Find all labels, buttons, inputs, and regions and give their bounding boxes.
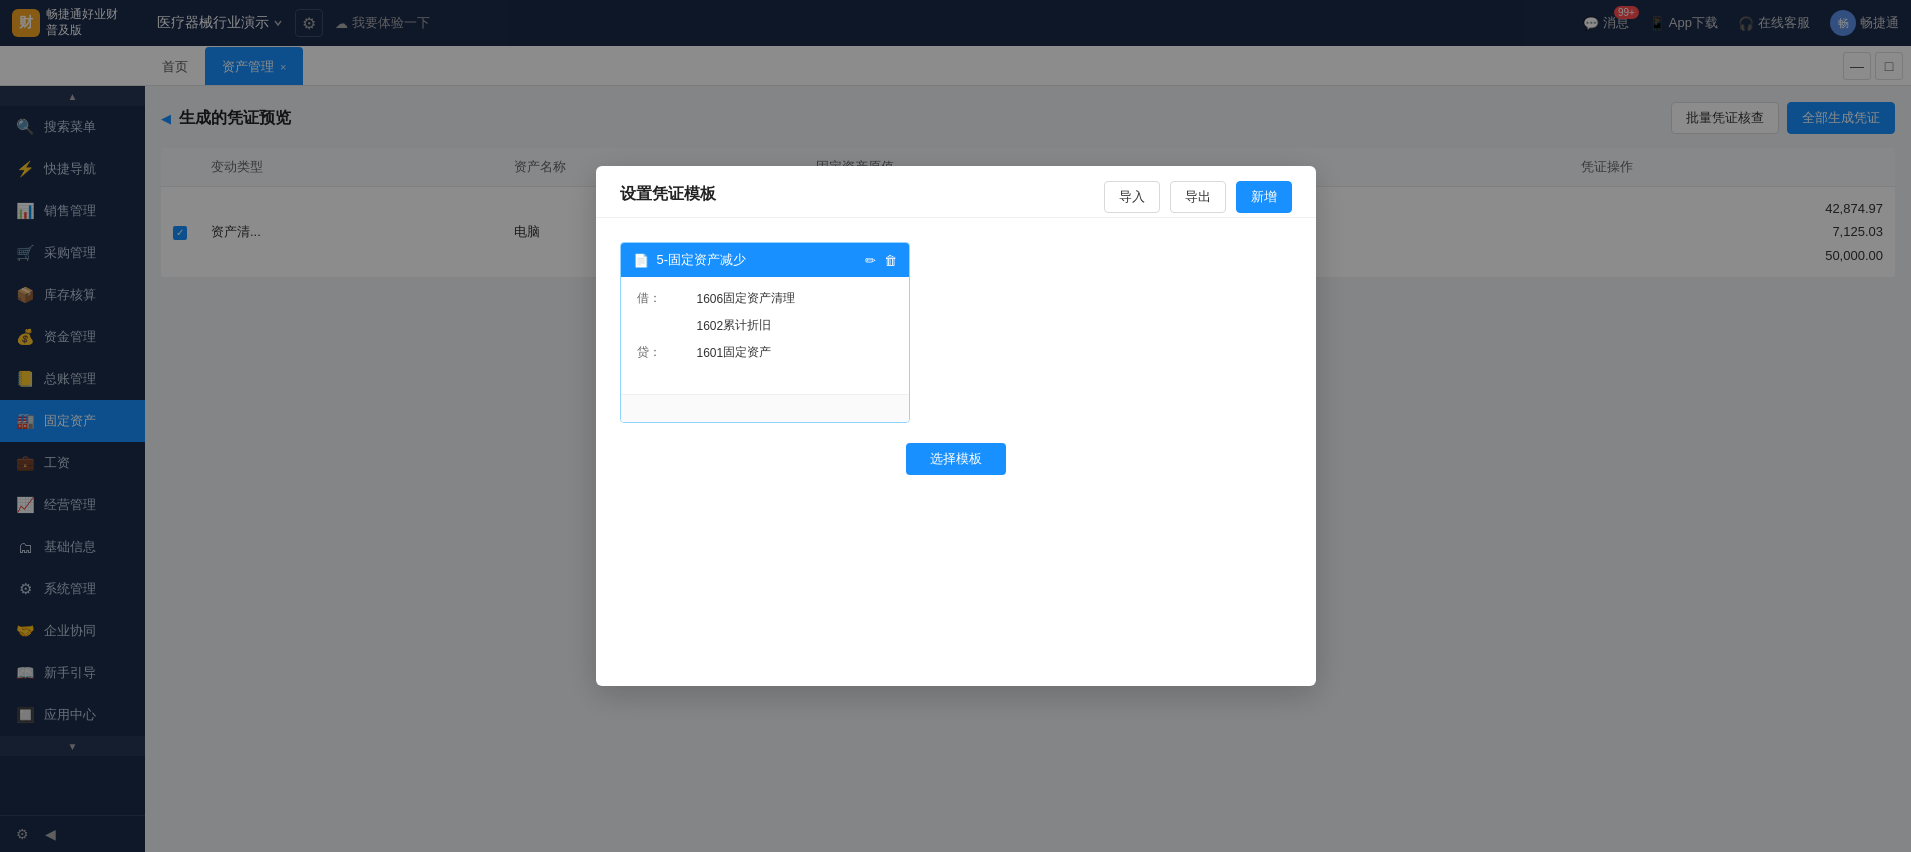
entry-code-0: 1606 bbox=[697, 292, 724, 306]
modal-toolbar: 导入 导出 新增 bbox=[1104, 181, 1292, 213]
template-name: 5-固定资产减少 bbox=[657, 251, 747, 269]
modal-header: 设置凭证模板 × 导入 导出 新增 bbox=[596, 166, 1316, 218]
modal-body: 📄 5-固定资产减少 ✏ 🗑 借： 1606 固定资产清理 bbox=[596, 218, 1316, 686]
entry-direction-2: 贷： bbox=[637, 344, 697, 361]
template-card-body: 借： 1606 固定资产清理 1602 累计折旧 贷： 1601 固定资产 bbox=[621, 277, 909, 394]
template-delete-icon[interactable]: 🗑 bbox=[884, 253, 897, 268]
modal-overlay: 设置凭证模板 × 导入 导出 新增 📄 5-固定资产减少 ✏ 🗑 bbox=[0, 0, 1911, 852]
template-doc-icon: 📄 bbox=[633, 253, 649, 268]
import-button[interactable]: 导入 bbox=[1104, 181, 1160, 213]
template-entry-2: 贷： 1601 固定资产 bbox=[621, 339, 909, 366]
entry-name-2: 固定资产 bbox=[723, 344, 771, 361]
set-template-modal: 设置凭证模板 × 导入 导出 新增 📄 5-固定资产减少 ✏ 🗑 bbox=[596, 166, 1316, 686]
entry-code-1: 1602 bbox=[697, 319, 724, 333]
new-button[interactable]: 新增 bbox=[1236, 181, 1292, 213]
entry-direction-0: 借： bbox=[637, 290, 697, 307]
template-entry-0: 借： 1606 固定资产清理 bbox=[621, 285, 909, 312]
entry-name-1: 累计折旧 bbox=[723, 317, 771, 334]
select-template-button[interactable]: 选择模板 bbox=[906, 443, 1006, 475]
entry-name-0: 固定资产清理 bbox=[723, 290, 795, 307]
export-button[interactable]: 导出 bbox=[1170, 181, 1226, 213]
template-card-header: 📄 5-固定资产减少 ✏ 🗑 bbox=[621, 243, 909, 277]
entry-code-2: 1601 bbox=[697, 346, 724, 360]
template-card: 📄 5-固定资产减少 ✏ 🗑 借： 1606 固定资产清理 bbox=[620, 242, 910, 423]
modal-title: 设置凭证模板 bbox=[620, 184, 716, 205]
template-entry-1: 1602 累计折旧 bbox=[621, 312, 909, 339]
template-entry-empty bbox=[621, 366, 909, 386]
template-card-footer bbox=[621, 394, 909, 422]
template-edit-icon[interactable]: ✏ bbox=[865, 253, 876, 268]
